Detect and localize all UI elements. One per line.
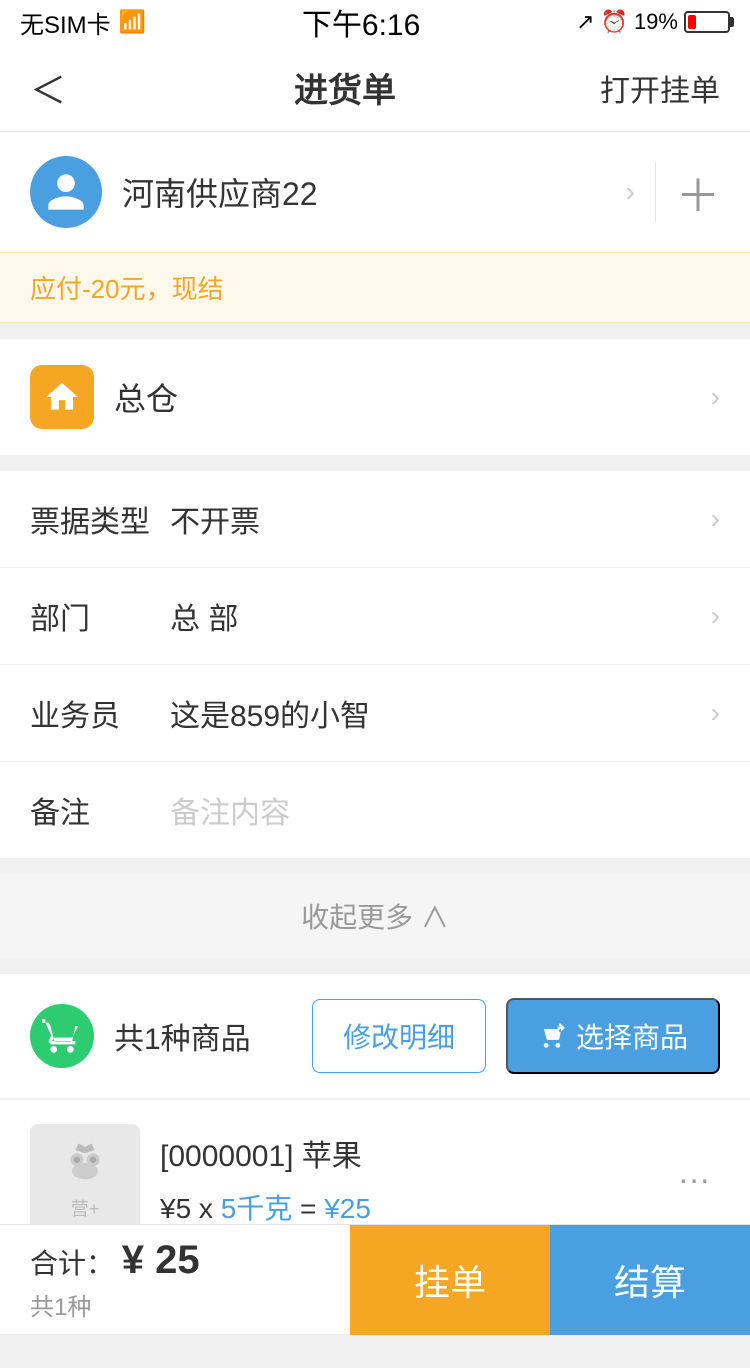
hold-button[interactable]: 挂单 bbox=[350, 1225, 550, 1335]
warehouse-row[interactable]: 总仓 › bbox=[0, 339, 750, 455]
total-price: ¥25 bbox=[324, 1193, 371, 1224]
warehouse-icon bbox=[43, 378, 81, 416]
bill-type-value: 不开票 bbox=[170, 497, 711, 541]
bill-type-chevron-icon: › bbox=[711, 503, 720, 535]
equals-sign: = bbox=[292, 1193, 324, 1224]
supplier-chevron-icon: › bbox=[626, 176, 635, 208]
status-right: ↗ ⏰ 19% bbox=[576, 9, 730, 35]
open-hold-button[interactable]: 打开挂单 bbox=[600, 66, 720, 110]
remark-row[interactable]: 备注 备注内容 bbox=[0, 762, 750, 858]
select-product-icon bbox=[538, 1022, 566, 1050]
battery-percent: 19% bbox=[634, 9, 678, 35]
nav-bar: ＜ 进货单 打开挂单 bbox=[0, 44, 750, 132]
total-line: 合计： ¥ 25 bbox=[30, 1238, 320, 1283]
notice-text: 应付-20元，现结 bbox=[30, 274, 224, 304]
product-price: ¥5 x 5千克 = ¥25 bbox=[160, 1187, 648, 1227]
product-code: [0000001] bbox=[160, 1140, 302, 1173]
bill-type-row[interactable]: 票据类型 不开票 › bbox=[0, 471, 750, 568]
total-count: 共1种 bbox=[30, 1287, 320, 1322]
quantity: 5千克 bbox=[221, 1193, 293, 1224]
checkout-button[interactable]: 结算 bbox=[550, 1225, 750, 1335]
battery-icon bbox=[684, 11, 730, 33]
status-time: 下午6:16 bbox=[302, 0, 420, 44]
cart-icon bbox=[42, 1016, 82, 1056]
salesperson-value: 这是859的小智 bbox=[170, 691, 711, 735]
warehouse-section: 总仓 › bbox=[0, 339, 750, 455]
supplier-avatar bbox=[30, 156, 102, 228]
department-chevron-icon: › bbox=[711, 600, 720, 632]
unit-price: ¥5 x bbox=[160, 1193, 221, 1224]
salesperson-label: 业务员 bbox=[30, 691, 170, 735]
person-icon bbox=[44, 170, 88, 214]
warehouse-icon-bg bbox=[30, 365, 94, 429]
supplier-name: 河南供应商22 bbox=[122, 169, 626, 215]
collapse-label: 收起更多 ∧ bbox=[301, 902, 449, 933]
product-icon-bg bbox=[30, 1004, 94, 1068]
department-label: 部门 bbox=[30, 594, 170, 638]
product-name: [0000001] 苹果 bbox=[160, 1131, 648, 1175]
department-row[interactable]: 部门 总 部 › bbox=[0, 568, 750, 665]
divider bbox=[655, 162, 656, 222]
bill-type-label: 票据类型 bbox=[30, 497, 170, 541]
wifi-icon: 📶 bbox=[119, 9, 146, 35]
back-button[interactable]: ＜ bbox=[30, 62, 90, 114]
total-amount: ¥ 25 bbox=[122, 1238, 200, 1282]
salesperson-chevron-icon: › bbox=[711, 697, 720, 729]
department-value: 总 部 bbox=[170, 594, 711, 638]
location-icon: ↗ bbox=[576, 9, 594, 35]
remark-input[interactable]: 备注内容 bbox=[170, 788, 720, 832]
select-product-button[interactable]: 选择商品 bbox=[506, 998, 720, 1074]
page-title: 进货单 bbox=[294, 63, 396, 112]
form-section: 票据类型 不开票 › 部门 总 部 › 业务员 这是859的小智 › 备注 备注… bbox=[0, 471, 750, 858]
product-count-label: 共1种商品 bbox=[114, 1014, 292, 1058]
warehouse-chevron-icon: › bbox=[711, 381, 720, 413]
total-area: 合计： ¥ 25 共1种 bbox=[0, 1238, 350, 1322]
carrier-text: 无SIM卡 bbox=[20, 5, 111, 40]
remark-label: 备注 bbox=[30, 788, 170, 832]
total-label: 合计： bbox=[30, 1248, 114, 1279]
product-thumbnail: 营+ bbox=[30, 1124, 140, 1234]
supplier-section: 河南供应商22 › ＋ 应付-20元，现结 bbox=[0, 132, 750, 323]
notice-bar: 应付-20元，现结 bbox=[0, 252, 750, 323]
collapse-bar[interactable]: 收起更多 ∧ bbox=[0, 874, 750, 958]
owl-icon bbox=[59, 1137, 111, 1189]
alarm-icon: ⏰ bbox=[601, 9, 628, 35]
product-title: 苹果 bbox=[302, 1140, 362, 1173]
logo-text: 营+ bbox=[71, 1195, 100, 1221]
status-left: 无SIM卡 📶 bbox=[20, 5, 146, 40]
add-supplier-button[interactable]: ＋ bbox=[676, 160, 720, 224]
product-header: 共1种商品 修改明细 选择商品 bbox=[0, 974, 750, 1098]
product-info: [0000001] 苹果 ¥5 x 5千克 = ¥25 bbox=[160, 1131, 648, 1227]
product-more-button[interactable]: ··· bbox=[668, 1151, 720, 1208]
edit-detail-button[interactable]: 修改明细 bbox=[312, 999, 486, 1073]
status-bar: 无SIM卡 📶 下午6:16 ↗ ⏰ 19% bbox=[0, 0, 750, 44]
select-product-label: 选择商品 bbox=[576, 1016, 688, 1056]
supplier-row[interactable]: 河南供应商22 › ＋ bbox=[0, 132, 750, 252]
warehouse-name: 总仓 bbox=[114, 374, 711, 420]
salesperson-row[interactable]: 业务员 这是859的小智 › bbox=[0, 665, 750, 762]
bottom-bar: 合计： ¥ 25 共1种 挂单 结算 bbox=[0, 1224, 750, 1334]
